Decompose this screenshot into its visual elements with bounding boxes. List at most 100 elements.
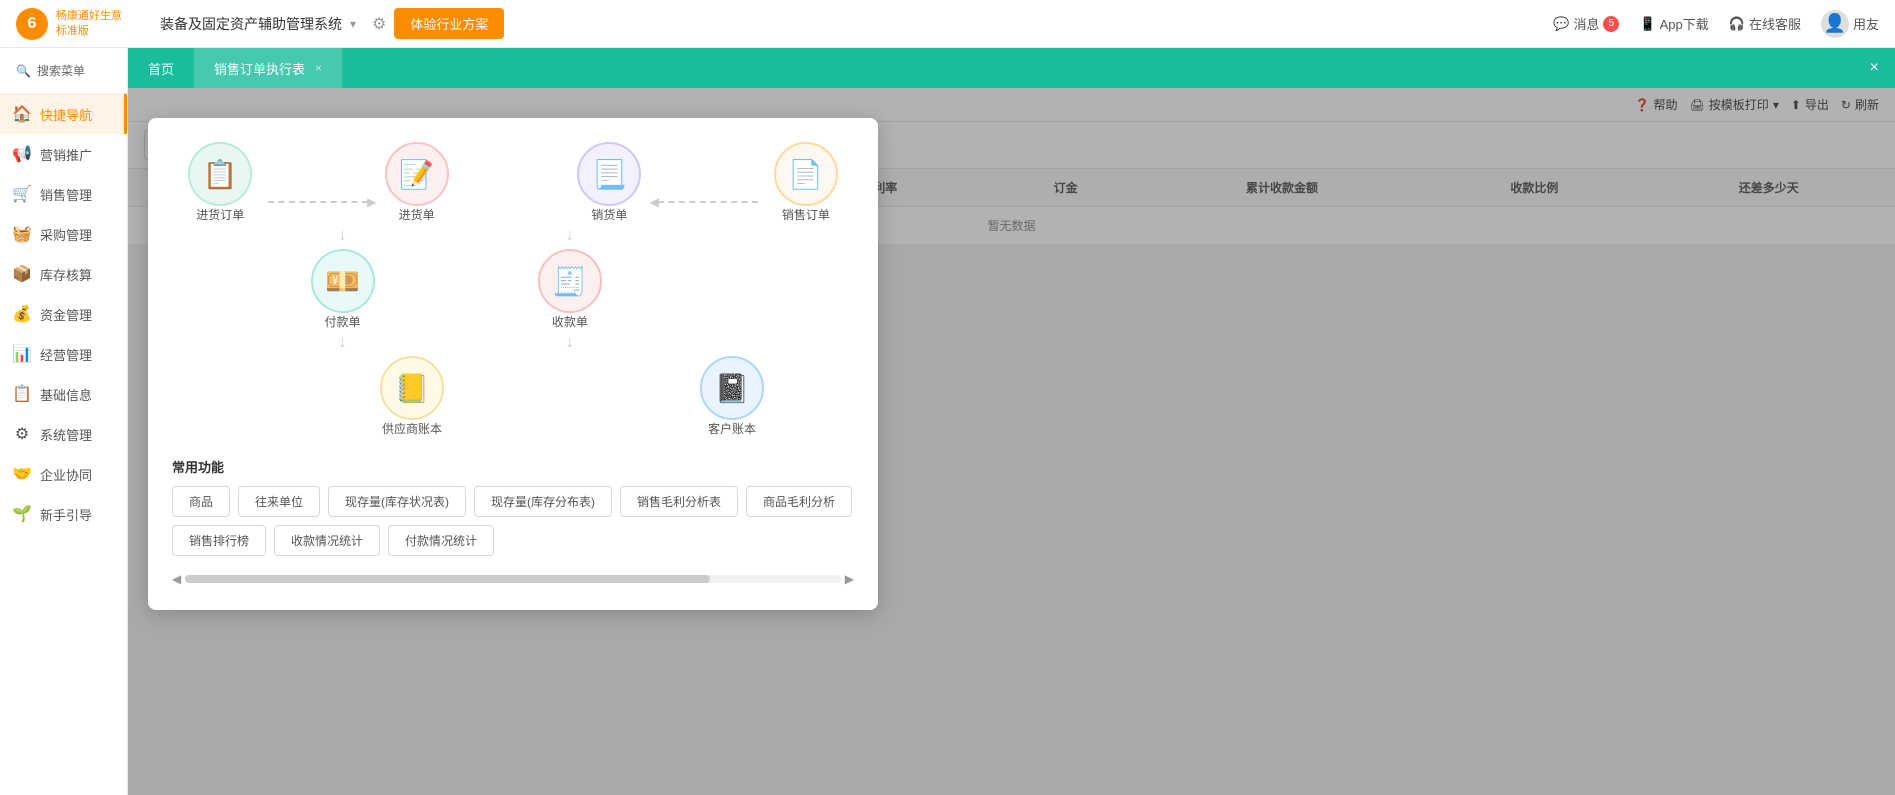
cf-btn-sales-profit[interactable]: 销售毛利分析表 [620, 486, 738, 517]
sales-order-icon: 📄 [788, 158, 823, 191]
purchase-bill-label: 进货单 [399, 206, 435, 223]
flow-item-supplier: 📒 供应商账本 [332, 356, 492, 437]
cf-title: 常用功能 [172, 457, 854, 476]
scroll-track[interactable] [185, 575, 841, 583]
cf-btn-stock-status[interactable]: 现存量(库存状况表) [328, 486, 466, 517]
system-title: 装备及固定资产辅助管理系统 ▾ ⚙ [160, 14, 386, 34]
page-content: ❓ 帮助 🖨 按模板打印 ▾ ⬆ 导出 ↻ 刷新 [128, 88, 1895, 795]
purchase-order-label: 进货订单 [196, 206, 244, 223]
customer-circle[interactable]: 📓 [700, 356, 764, 420]
arrow-down-sales: ↓ [513, 227, 627, 245]
cf-btn-product-profit[interactable]: 商品毛利分析 [746, 486, 852, 517]
app-download-item[interactable]: 📱 App下载 [1639, 14, 1708, 33]
sidebar-item-quick-nav[interactable]: 🏠 快捷导航 [0, 94, 127, 134]
sidebar-item-enterprise[interactable]: 🤝 企业协同 [0, 454, 127, 494]
tab-sales-order[interactable]: 销售订单执行表 × [194, 48, 342, 88]
tab-close-icon[interactable]: × [315, 61, 322, 75]
scroll-left-arrow[interactable]: ◀ [172, 572, 181, 586]
tab-home[interactable]: 首页 [128, 48, 194, 88]
cf-buttons-row1: 商品 往来单位 现存量(库存状况表) 现存量(库存分布表) 销售毛利分析表 商品… [172, 486, 854, 517]
basic-info-icon: 📋 [12, 384, 32, 404]
sidebar-item-sales[interactable]: 🛒 销售管理 [0, 174, 127, 214]
sidebar-item-purchase[interactable]: 🧺 采购管理 [0, 214, 127, 254]
marketing-icon: 📢 [12, 144, 32, 164]
sidebar-item-system[interactable]: ⚙ 系统管理 [0, 414, 127, 454]
purchase-order-icon: 📋 [203, 158, 238, 191]
sales-order-label: 销售订单 [782, 206, 830, 223]
trial-button[interactable]: 体验行业方案 [394, 8, 504, 39]
search-menu-button[interactable]: 🔍 搜索菜单 [8, 56, 119, 85]
sales-bill-icon: 📃 [592, 158, 627, 191]
sales-bill-label: 销货单 [591, 206, 627, 223]
flow-item-payment: 💴 付款单 [286, 249, 400, 330]
cf-btn-stock-dist[interactable]: 现存量(库存分布表) [474, 486, 612, 517]
operations-icon: 📊 [12, 344, 32, 364]
arrow-left-1: ◀ [658, 201, 758, 223]
scroll-right-arrow[interactable]: ▶ [845, 572, 854, 586]
sidebar-item-basic-info[interactable]: 📋 基础信息 [0, 374, 127, 414]
modal-scroll: ◀ ▶ [172, 572, 854, 586]
spacer4 [627, 227, 854, 245]
system-name: 装备及固定资产辅助管理系统 [160, 14, 342, 34]
cf-btn-payment-stats[interactable]: 付款情况统计 [388, 525, 494, 556]
flow-item-customer: 📓 客户账本 [652, 356, 812, 437]
user-item[interactable]: 👤 用友 [1821, 10, 1879, 38]
row3: 💴 付款单 🧾 收款单 [172, 249, 854, 330]
receipt-label: 收款单 [552, 313, 588, 330]
flow-item-purchase-bill: 📝 进货单 [368, 142, 464, 223]
sidebar: 🔍 搜索菜单 🏠 快捷导航 📢 营销推广 🛒 销售管理 🧺 采购管理 [0, 48, 128, 795]
gear-icon[interactable]: ⚙ [372, 14, 386, 34]
main-area: 🔍 搜索菜单 🏠 快捷导航 📢 营销推广 🛒 销售管理 🧺 采购管理 [0, 48, 1895, 795]
phone-icon: 📱 [1639, 16, 1655, 32]
inventory-icon: 📦 [12, 264, 32, 284]
cf-btn-sales-rank[interactable]: 销售排行榜 [172, 525, 266, 556]
message-item[interactable]: 💬 消息 5 [1553, 14, 1619, 33]
app-wrapper: 6 畅康通好生意 标准版 装备及固定资产辅助管理系统 ▾ ⚙ 体验行业方案 💬 … [0, 0, 1895, 795]
arrow-down-payment: ↓ [286, 334, 400, 352]
purchase-order-circle[interactable]: 📋 [188, 142, 252, 206]
receipt-circle[interactable]: 🧾 [538, 249, 602, 313]
flow-item-receipt: 🧾 收款单 [513, 249, 627, 330]
sales-bill-circle[interactable]: 📃 [577, 142, 641, 206]
flow-item-sales-order: 📄 销售订单 [758, 142, 854, 223]
modal-dialog: 📋 进货订单 ▶ [148, 118, 878, 610]
purchase-bill-circle[interactable]: 📝 [385, 142, 449, 206]
sidebar-item-marketing[interactable]: 📢 营销推广 [0, 134, 127, 174]
finance-icon: 💰 [12, 304, 32, 324]
sidebar-item-inventory[interactable]: 📦 库存核算 [0, 254, 127, 294]
flow-diagram: 📋 进货订单 ▶ [172, 142, 854, 437]
logo-icon: 6 [16, 8, 48, 40]
cf-btn-contacts[interactable]: 往来单位 [238, 486, 320, 517]
cf-buttons-row2: 销售排行榜 收款情况统计 付款情况统计 [172, 525, 854, 556]
enterprise-icon: 🤝 [12, 464, 32, 484]
avatar: 👤 [1821, 10, 1849, 38]
supplier-circle[interactable]: 📒 [380, 356, 444, 420]
payment-circle[interactable]: 💴 [311, 249, 375, 313]
cf-btn-receipt-stats[interactable]: 收款情况统计 [274, 525, 380, 556]
sidebar-item-newbie[interactable]: 🌱 新手引导 [0, 494, 127, 534]
sidebar-item-finance[interactable]: 💰 资金管理 [0, 294, 127, 334]
sidebar-item-operations[interactable]: 📊 经营管理 [0, 334, 127, 374]
spacer3 [399, 227, 513, 245]
supplier-icon: 📒 [395, 372, 430, 405]
tab-bar: 首页 销售订单执行表 × × [128, 48, 1895, 88]
online-service-item[interactable]: 🎧 在线客服 [1729, 14, 1801, 33]
spacer9 [399, 334, 513, 352]
content-area: 首页 销售订单执行表 × × ❓ 帮助 🖨 按模板打印 [128, 48, 1895, 795]
supplier-label: 供应商账本 [382, 420, 442, 437]
tab-bar-close-icon[interactable]: × [1854, 59, 1895, 77]
customer-label: 客户账本 [708, 420, 756, 437]
dropdown-icon[interactable]: ▾ [350, 17, 356, 31]
cf-btn-product[interactable]: 商品 [172, 486, 230, 517]
newbie-icon: 🌱 [12, 504, 32, 524]
message-icon: 💬 [1553, 16, 1569, 32]
sales-icon: 🛒 [12, 184, 32, 204]
message-badge: 5 [1603, 16, 1619, 32]
arrow-down-receipt: ↓ [513, 334, 627, 352]
scroll-thumb [185, 575, 709, 583]
sidebar-search: 🔍 搜索菜单 [0, 48, 127, 94]
purchase-icon: 🧺 [12, 224, 32, 244]
top-right-area: 💬 消息 5 📱 App下载 🎧 在线客服 👤 用友 [1553, 10, 1879, 38]
purchase-bill-icon: 📝 [399, 158, 434, 191]
sales-order-circle[interactable]: 📄 [774, 142, 838, 206]
